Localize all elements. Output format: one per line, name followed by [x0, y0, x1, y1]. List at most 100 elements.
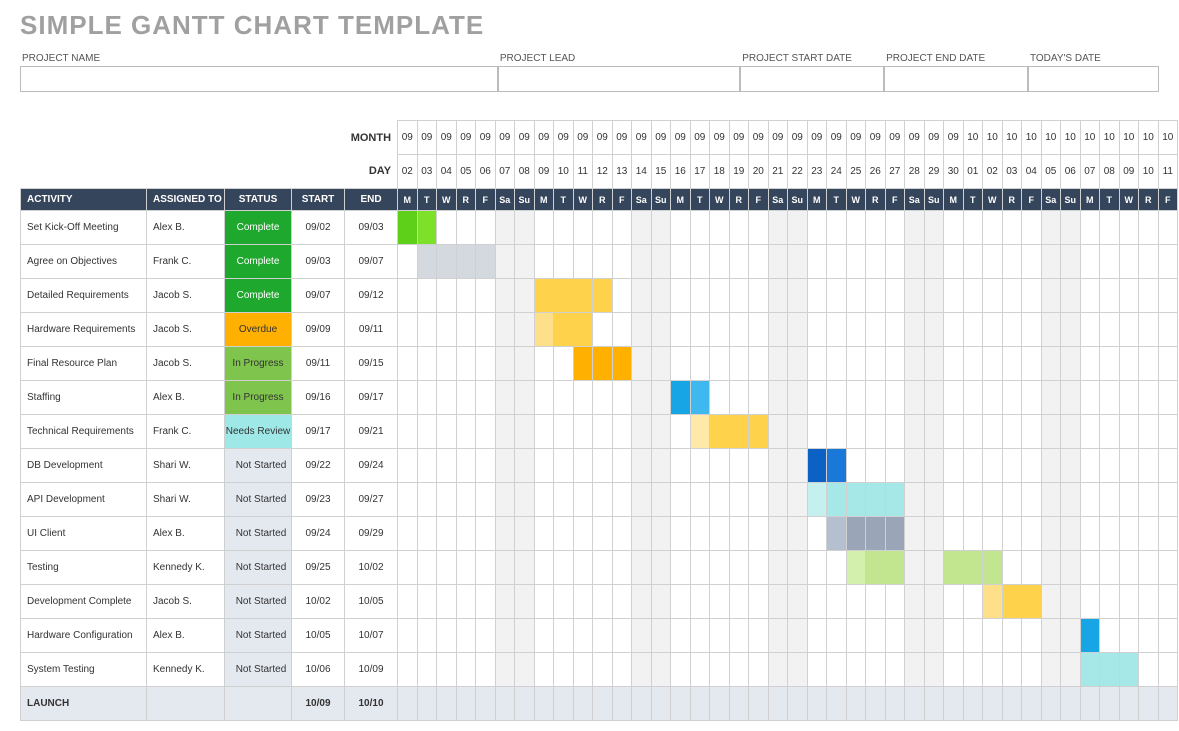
gantt-cell[interactable]	[495, 585, 515, 619]
gantt-cell[interactable]	[632, 347, 652, 381]
gantt-cell[interactable]	[866, 245, 886, 279]
gantt-cell[interactable]	[456, 245, 476, 279]
gantt-cell[interactable]	[885, 313, 905, 347]
gantt-cell[interactable]	[1080, 313, 1100, 347]
gantt-cell[interactable]	[690, 381, 710, 415]
gantt-cell[interactable]	[456, 347, 476, 381]
gantt-cell[interactable]	[593, 551, 613, 585]
gantt-cell[interactable]	[495, 211, 515, 245]
assigned-cell[interactable]: Frank C.	[147, 415, 225, 449]
gantt-cell[interactable]	[944, 585, 964, 619]
gantt-cell[interactable]	[573, 313, 593, 347]
gantt-cell[interactable]	[905, 619, 925, 653]
status-cell[interactable]: In Progress	[225, 347, 292, 381]
gantt-cell[interactable]	[593, 347, 613, 381]
gantt-cell[interactable]	[612, 483, 632, 517]
gantt-cell[interactable]	[768, 347, 788, 381]
gantt-cell[interactable]	[710, 415, 730, 449]
gantt-cell[interactable]	[983, 619, 1003, 653]
gantt-cell[interactable]	[593, 381, 613, 415]
gantt-cell[interactable]	[963, 619, 983, 653]
gantt-cell[interactable]	[1061, 245, 1081, 279]
gantt-cell[interactable]	[1119, 211, 1139, 245]
gantt-cell[interactable]	[944, 483, 964, 517]
gantt-cell[interactable]	[534, 313, 554, 347]
gantt-cell[interactable]	[866, 347, 886, 381]
start-cell[interactable]: 10/05	[292, 619, 345, 653]
gantt-cell[interactable]	[1158, 381, 1178, 415]
gantt-cell[interactable]	[807, 551, 827, 585]
status-cell[interactable]: Complete	[225, 211, 292, 245]
gantt-cell[interactable]	[905, 585, 925, 619]
gantt-cell[interactable]	[690, 245, 710, 279]
gantt-cell[interactable]	[788, 483, 808, 517]
start-cell[interactable]: 09/23	[292, 483, 345, 517]
gantt-cell[interactable]	[1002, 347, 1022, 381]
gantt-cell[interactable]	[690, 449, 710, 483]
gantt-cell[interactable]	[807, 211, 827, 245]
gantt-cell[interactable]	[729, 245, 749, 279]
gantt-cell[interactable]	[846, 313, 866, 347]
gantt-cell[interactable]	[671, 653, 691, 687]
gantt-cell[interactable]	[749, 517, 769, 551]
gantt-cell[interactable]	[924, 517, 944, 551]
gantt-cell[interactable]	[924, 483, 944, 517]
gantt-cell[interactable]	[573, 347, 593, 381]
assigned-cell[interactable]: Alex B.	[147, 619, 225, 653]
gantt-cell[interactable]	[1022, 381, 1042, 415]
gantt-cell[interactable]	[885, 211, 905, 245]
start-cell[interactable]: 09/16	[292, 381, 345, 415]
end-cell[interactable]: 09/12	[345, 279, 398, 313]
gantt-cell[interactable]	[593, 653, 613, 687]
gantt-cell[interactable]	[807, 381, 827, 415]
gantt-cell[interactable]	[437, 517, 457, 551]
gantt-cell[interactable]	[476, 551, 496, 585]
gantt-cell[interactable]	[417, 279, 437, 313]
project-end-date-input[interactable]	[884, 66, 1028, 92]
gantt-cell[interactable]	[1080, 619, 1100, 653]
gantt-cell[interactable]	[534, 279, 554, 313]
gantt-cell[interactable]	[749, 653, 769, 687]
gantt-cell[interactable]	[495, 517, 515, 551]
project-start-date-input[interactable]	[740, 66, 884, 92]
gantt-cell[interactable]	[749, 551, 769, 585]
gantt-cell[interactable]	[612, 517, 632, 551]
gantt-cell[interactable]	[1041, 483, 1061, 517]
gantt-cell[interactable]	[456, 585, 476, 619]
gantt-cell[interactable]	[515, 551, 535, 585]
end-cell[interactable]: 09/03	[345, 211, 398, 245]
gantt-cell[interactable]	[963, 449, 983, 483]
gantt-cell[interactable]	[1119, 313, 1139, 347]
gantt-cell[interactable]	[749, 211, 769, 245]
gantt-cell[interactable]	[651, 381, 671, 415]
gantt-cell[interactable]	[983, 415, 1003, 449]
gantt-cell[interactable]	[924, 653, 944, 687]
gantt-cell[interactable]	[476, 483, 496, 517]
gantt-cell[interactable]	[456, 483, 476, 517]
gantt-cell[interactable]	[573, 585, 593, 619]
gantt-cell[interactable]	[768, 449, 788, 483]
gantt-cell[interactable]	[749, 483, 769, 517]
gantt-cell[interactable]	[1139, 585, 1159, 619]
gantt-cell[interactable]	[827, 313, 847, 347]
gantt-cell[interactable]	[417, 483, 437, 517]
gantt-cell[interactable]	[495, 415, 515, 449]
gantt-cell[interactable]	[632, 313, 652, 347]
gantt-cell[interactable]	[612, 245, 632, 279]
start-cell[interactable]: 09/07	[292, 279, 345, 313]
gantt-cell[interactable]	[885, 347, 905, 381]
project-name-input[interactable]	[20, 66, 498, 92]
gantt-cell[interactable]	[944, 551, 964, 585]
gantt-cell[interactable]	[827, 619, 847, 653]
gantt-cell[interactable]	[632, 483, 652, 517]
gantt-cell[interactable]	[866, 619, 886, 653]
gantt-cell[interactable]	[768, 381, 788, 415]
gantt-cell[interactable]	[827, 415, 847, 449]
gantt-cell[interactable]	[1100, 619, 1120, 653]
gantt-cell[interactable]	[788, 313, 808, 347]
gantt-cell[interactable]	[1100, 279, 1120, 313]
gantt-cell[interactable]	[495, 347, 515, 381]
gantt-cell[interactable]	[1022, 551, 1042, 585]
gantt-cell[interactable]	[1139, 619, 1159, 653]
start-cell[interactable]: 09/03	[292, 245, 345, 279]
